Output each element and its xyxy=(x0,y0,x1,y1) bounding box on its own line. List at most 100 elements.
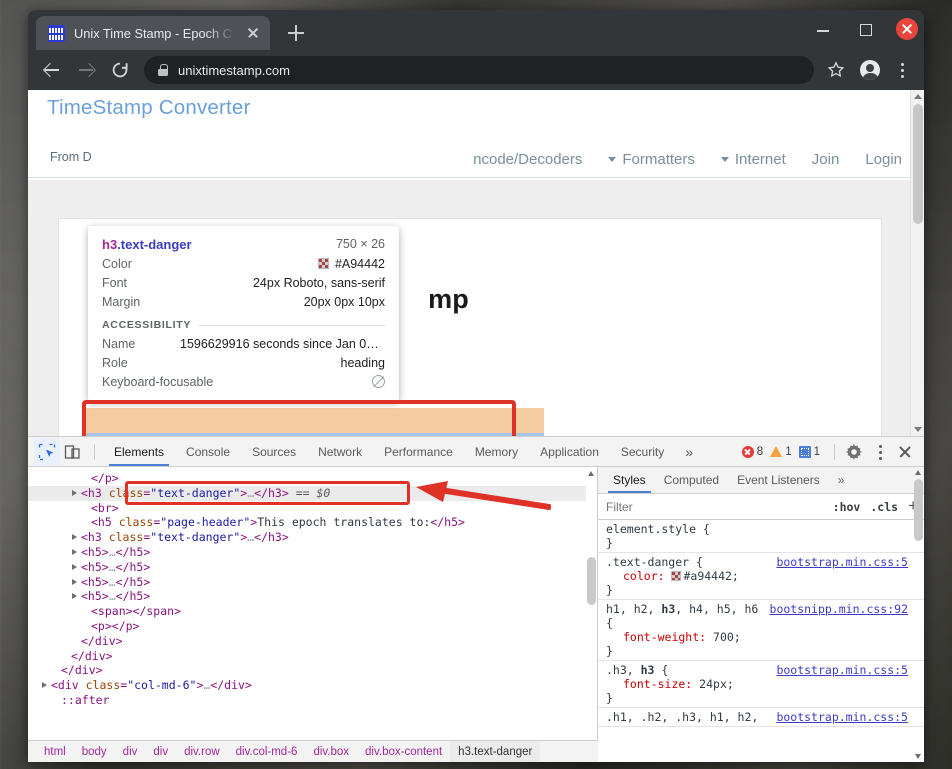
breadcrumb-item[interactable]: div.col-md-6 xyxy=(228,741,306,762)
styles-scrollbar[interactable] xyxy=(913,467,924,762)
scroll-up-icon[interactable] xyxy=(914,94,922,99)
divider xyxy=(199,324,385,326)
tab-security[interactable]: Security xyxy=(610,437,675,466)
style-source-link[interactable]: bootstrap.min.css:5 xyxy=(776,663,908,677)
devtools-menu-button[interactable] xyxy=(866,440,894,464)
close-window-button[interactable] xyxy=(896,18,918,40)
info-icon xyxy=(798,445,811,458)
breadcrumb-item[interactable]: div xyxy=(145,741,176,762)
new-tab-button[interactable] xyxy=(282,19,310,47)
dom-node[interactable]: </div> xyxy=(28,634,597,649)
breadcrumb-item[interactable]: div xyxy=(115,741,146,762)
scroll-down-icon[interactable] xyxy=(915,754,921,759)
style-declaration[interactable]: font-weight: 700; xyxy=(606,630,916,644)
forward-button[interactable] xyxy=(70,54,102,86)
tab-event-listeners[interactable]: Event Listeners xyxy=(728,467,829,493)
style-rule[interactable]: .h1, .h2, .h3, h1, h2, bootstrap.min.css:… xyxy=(598,708,924,727)
info-count-badge[interactable]: 1 xyxy=(798,445,820,458)
style-source-link[interactable]: bootsnipp.min.css:92 xyxy=(770,602,908,616)
breadcrumb-item[interactable]: div.box xyxy=(305,741,357,762)
breadcrumb-item[interactable]: body xyxy=(74,741,115,762)
style-declaration[interactable]: color: #a94442; xyxy=(606,569,916,583)
dom-node[interactable]: <h5>…</h5> xyxy=(28,575,597,590)
scroll-down-icon[interactable] xyxy=(914,427,922,432)
style-source-link[interactable]: bootstrap.min.css:5 xyxy=(776,710,908,724)
dom-node[interactable]: <p></p> xyxy=(28,619,597,634)
tab-computed[interactable]: Computed xyxy=(655,467,728,493)
tab-performance[interactable]: Performance xyxy=(373,437,464,466)
inspect-element-button[interactable] xyxy=(34,438,60,465)
browser-tab[interactable]: Unix Time Stamp - Epoch C xyxy=(36,16,270,50)
dom-token: "col-md-6" xyxy=(127,678,197,693)
dom-tree-pane[interactable]: ··· </p><h3 class="text-danger">…</h3> =… xyxy=(28,467,598,762)
bookmark-star-button[interactable] xyxy=(820,54,852,86)
minimize-button[interactable] xyxy=(812,18,834,40)
nav-item-login[interactable]: Login xyxy=(865,151,902,168)
scrollbar-thumb[interactable] xyxy=(914,479,923,541)
tab-elements[interactable]: Elements xyxy=(103,437,175,466)
hov-toggle-button[interactable]: :hov xyxy=(833,500,861,514)
devtools-close-button[interactable] xyxy=(894,440,916,464)
tab-memory[interactable]: Memory xyxy=(464,437,529,466)
maximize-button[interactable] xyxy=(854,18,876,40)
expand-triangle-icon[interactable] xyxy=(72,548,77,555)
dom-scrollbar[interactable] xyxy=(586,467,597,762)
nav-item-internet[interactable]: Internet xyxy=(720,151,786,168)
breadcrumb-item[interactable]: html xyxy=(36,741,74,762)
cls-toggle-button[interactable]: .cls xyxy=(870,500,898,514)
style-declaration[interactable]: font-size: 24px; xyxy=(606,677,916,691)
nav-item-join[interactable]: Join xyxy=(812,151,840,168)
tabs-overflow-button[interactable]: » xyxy=(675,444,703,460)
tab-sources[interactable]: Sources xyxy=(241,437,307,466)
dom-node[interactable]: <h5 class="page-header">This epoch trans… xyxy=(28,515,597,530)
dom-node[interactable]: <h5>…</h5> xyxy=(28,560,597,575)
scroll-up-icon[interactable] xyxy=(915,470,921,475)
nav-item-encode-decoders[interactable]: ncode/Decoders xyxy=(473,151,582,168)
scrollbar-thumb[interactable] xyxy=(587,557,596,605)
expand-triangle-icon[interactable] xyxy=(42,682,47,689)
dom-node[interactable]: <h5>…</h5> xyxy=(28,545,597,560)
tab-styles[interactable]: Styles xyxy=(604,467,655,493)
style-rule[interactable]: element.style {} xyxy=(598,520,924,553)
breadcrumb-item[interactable]: div.box-content xyxy=(357,741,450,762)
nav-item-formatters[interactable]: Formatters xyxy=(608,151,695,168)
tab-application[interactable]: Application xyxy=(529,437,610,466)
scroll-up-icon[interactable] xyxy=(588,471,594,476)
warning-count-badge[interactable]: 1 xyxy=(770,446,792,458)
dom-node[interactable]: <span></span> xyxy=(28,604,597,619)
dom-node[interactable]: ::after xyxy=(28,693,597,708)
back-button[interactable] xyxy=(36,54,68,86)
expand-triangle-icon[interactable] xyxy=(72,593,77,600)
address-bar[interactable]: unixtimestamp.com xyxy=(144,56,814,84)
page-scrollbar[interactable] xyxy=(910,90,924,436)
expand-triangle-icon[interactable] xyxy=(72,534,77,541)
dom-node[interactable]: <div class="col-md-6">…</div> xyxy=(28,678,597,693)
style-rule[interactable]: .text-danger {bootstrap.min.css:5 color: … xyxy=(598,553,924,600)
profile-avatar-button[interactable] xyxy=(854,54,886,86)
tab-close-icon[interactable] xyxy=(244,24,262,42)
dom-node[interactable]: <h5>…</h5> xyxy=(28,589,597,604)
device-toolbar-button[interactable] xyxy=(60,439,86,465)
style-rule[interactable]: .h3, h3 {bootstrap.min.css:5 font-size: 2… xyxy=(598,661,924,708)
settings-gear-button[interactable] xyxy=(842,440,866,464)
dom-node[interactable]: <h3 class="text-danger">…</h3> xyxy=(28,530,597,545)
tab-network[interactable]: Network xyxy=(307,437,373,466)
expand-triangle-icon[interactable] xyxy=(72,489,77,496)
styles-tabs-overflow[interactable]: » xyxy=(829,467,854,493)
expand-triangle-icon[interactable] xyxy=(72,578,77,585)
tab-console[interactable]: Console xyxy=(175,437,241,466)
annotation-arrow-dom-row xyxy=(416,481,551,510)
error-count-badge[interactable]: 8 xyxy=(741,445,763,458)
scrollbar-thumb[interactable] xyxy=(913,104,923,224)
styles-filter-input[interactable] xyxy=(604,498,823,515)
breadcrumb-item[interactable]: div.row xyxy=(176,741,228,762)
chrome-menu-button[interactable] xyxy=(888,54,916,86)
dom-node[interactable]: </div> xyxy=(28,649,597,664)
breadcrumb-item[interactable]: h3.text-danger xyxy=(450,741,541,762)
color-swatch-icon[interactable] xyxy=(671,571,682,581)
style-rule[interactable]: h1, h2, h3, h4, h5, h6 bootsnipp.min.css:… xyxy=(598,600,924,661)
dom-node[interactable]: </div> xyxy=(28,663,597,678)
reload-button[interactable] xyxy=(104,54,136,86)
style-source-link[interactable]: bootstrap.min.css:5 xyxy=(776,555,908,569)
expand-triangle-icon[interactable] xyxy=(72,563,77,570)
